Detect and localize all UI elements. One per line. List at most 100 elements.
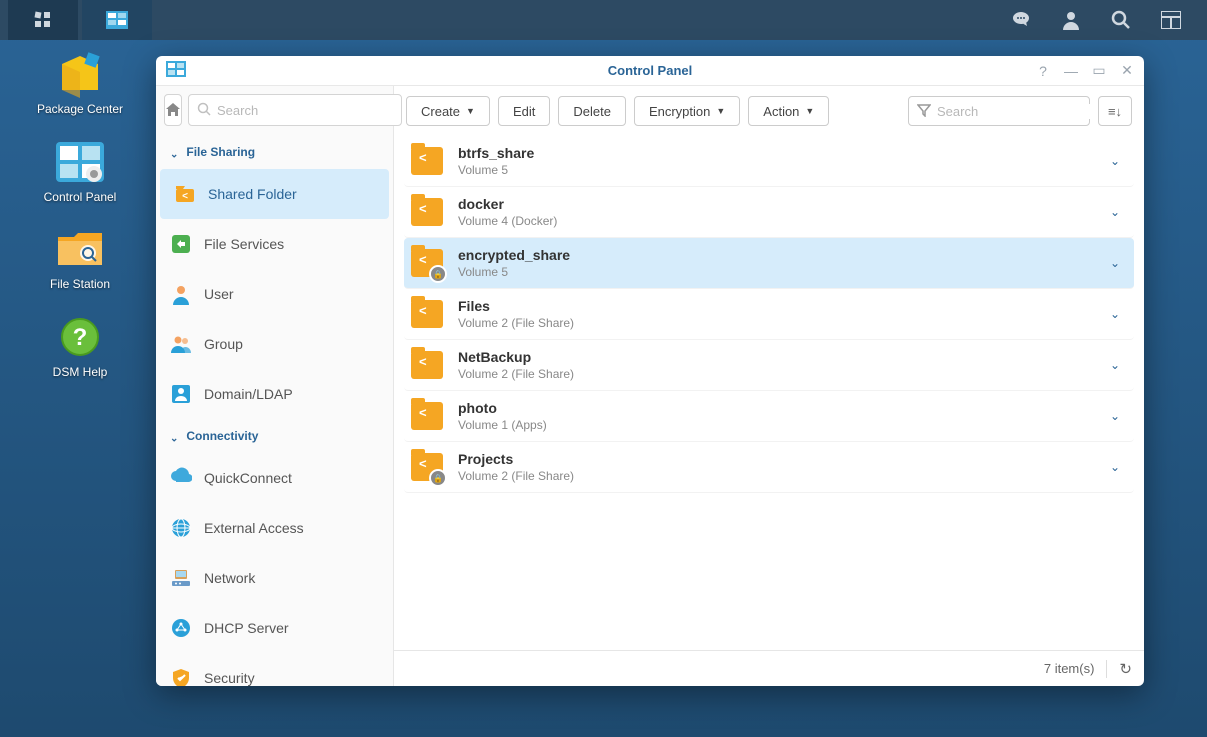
folder-info: NetBackupVolume 2 (File Share) — [458, 349, 1088, 381]
sidebar-item-label: File Services — [204, 236, 284, 252]
sidebar-item-domain-ldap[interactable]: Domain/LDAP — [156, 369, 393, 419]
sidebar-item-label: QuickConnect — [204, 470, 292, 486]
folder-name: docker — [458, 196, 1088, 212]
main-search-input[interactable] — [937, 104, 1113, 119]
create-button[interactable]: Create▼ — [406, 96, 490, 126]
sort-button[interactable]: ≡↓ — [1098, 96, 1132, 126]
button-label: Create — [421, 104, 460, 119]
titlebar[interactable]: Control Panel ? — ▭ ✕ — [156, 56, 1144, 86]
search-icon — [1111, 10, 1131, 30]
main-menu-button[interactable] — [8, 0, 78, 40]
sidebar-item-user[interactable]: User — [156, 269, 393, 319]
sort-icon: ≡↓ — [1108, 104, 1122, 119]
folder-row[interactable]: <FilesVolume 2 (File Share)⌄ — [404, 289, 1134, 340]
lock-icon: 🔒 — [429, 265, 447, 283]
folder-info: ProjectsVolume 2 (File Share) — [458, 451, 1088, 483]
help-button[interactable]: ? — [1034, 63, 1052, 79]
caret-down-icon: ▼ — [805, 106, 814, 116]
expand-button[interactable]: ⌄ — [1102, 154, 1128, 168]
button-label: Delete — [573, 104, 611, 119]
expand-button[interactable]: ⌄ — [1102, 307, 1128, 321]
control-panel-icon — [106, 11, 128, 29]
help-icon: ? — [56, 313, 104, 361]
shared-folder-icon: < — [410, 348, 444, 382]
folder-info: FilesVolume 2 (File Share) — [458, 298, 1088, 330]
delete-button[interactable]: Delete — [558, 96, 626, 126]
sidebar-item-external-access[interactable]: External Access — [156, 503, 393, 553]
desktop-icon-file-station[interactable]: File Station — [30, 225, 130, 293]
desktop-icon-dsm-help[interactable]: ? DSM Help — [30, 313, 130, 381]
divider — [1106, 660, 1107, 678]
chevron-down-icon: ⌄ — [1110, 256, 1120, 270]
sidebar-section-header[interactable]: ⌃File Sharing — [156, 135, 393, 169]
sidebar-item-security[interactable]: Security — [156, 653, 393, 686]
chevron-down-icon: ⌄ — [1110, 307, 1120, 321]
expand-button[interactable]: ⌄ — [1102, 409, 1128, 423]
folder-row[interactable]: < NetBackupVolume 2 (File Share) ⌄ — [404, 340, 1134, 391]
caret-down-icon: ▼ — [716, 106, 725, 116]
sidebar-item-network[interactable]: Network — [156, 553, 393, 603]
sidebar-item-label: Shared Folder — [208, 186, 297, 202]
toolbar: Create▼ Edit Delete Encryption▼ Action▼ … — [394, 86, 1144, 136]
security-icon — [170, 667, 192, 686]
sidebar-search[interactable] — [188, 94, 402, 126]
item-count: 7 item(s) — [1044, 661, 1095, 676]
folder-list: <btrfs_shareVolume 5⌄<dockerVolume 4 (Do… — [394, 136, 1144, 650]
expand-button[interactable]: ⌄ — [1102, 256, 1128, 270]
section-title: Connectivity — [186, 429, 258, 443]
desktop-icon-label: DSM Help — [53, 365, 108, 381]
sidebar-item-group[interactable]: Group — [156, 319, 393, 369]
home-button[interactable] — [164, 94, 182, 126]
folder-row[interactable]: <🔒encrypted_shareVolume 5⌄ — [404, 238, 1134, 289]
folder-row[interactable]: <btrfs_shareVolume 5⌄ — [404, 136, 1134, 187]
expand-button[interactable]: ⌄ — [1102, 205, 1128, 219]
user-menu-button[interactable] — [1053, 2, 1089, 38]
domain-icon — [170, 383, 192, 405]
folder-row[interactable]: <🔒ProjectsVolume 2 (File Share)⌄ — [404, 442, 1134, 493]
dashboard-icon — [1161, 11, 1181, 29]
expand-button[interactable]: ⌄ — [1102, 460, 1128, 474]
refresh-button[interactable]: ↻ — [1119, 660, 1132, 678]
desktop-icon-control-panel[interactable]: Control Panel — [30, 138, 130, 206]
sidebar-item-dhcp-server[interactable]: DHCP Server — [156, 603, 393, 653]
close-button[interactable]: ✕ — [1118, 62, 1136, 79]
svg-text:?: ? — [73, 324, 88, 351]
minimize-button[interactable]: — — [1062, 63, 1080, 79]
widgets-button[interactable] — [1153, 2, 1189, 38]
sidebar-item-label: Security — [204, 670, 255, 686]
sidebar-item-quickconnect[interactable]: QuickConnect — [156, 453, 393, 503]
apps-grid-icon — [34, 11, 52, 29]
folder-name: Projects — [458, 451, 1088, 467]
folder-name: btrfs_share — [458, 145, 1088, 161]
desktop: Package Center Control Panel File Statio… — [30, 50, 130, 380]
sidebar-item-label: Group — [204, 336, 243, 352]
sidebar-item-shared-folder[interactable]: < Shared Folder — [160, 169, 389, 219]
sidebar-section-header[interactable]: ⌃Connectivity — [156, 419, 393, 453]
edit-button[interactable]: Edit — [498, 96, 550, 126]
folder-row[interactable]: <photoVolume 1 (Apps)⌄ — [404, 391, 1134, 442]
sidebar-search-input[interactable] — [217, 103, 393, 118]
maximize-button[interactable]: ▭ — [1090, 62, 1108, 79]
button-label: Encryption — [649, 104, 710, 119]
sidebar: ⌃File Sharing < Shared Folder File Services… — [156, 86, 394, 686]
expand-button[interactable]: ⌄ — [1102, 358, 1128, 372]
control-panel-window: Control Panel ? — ▭ ✕ ⌃File Sharing < Shar… — [156, 56, 1144, 686]
folder-row[interactable]: <dockerVolume 4 (Docker)⌄ — [404, 187, 1134, 238]
folder-name: encrypted_share — [458, 247, 1088, 263]
folder-location: Volume 5 — [458, 265, 1088, 279]
action-button[interactable]: Action▼ — [748, 96, 829, 126]
desktop-icon-package-center[interactable]: Package Center — [30, 50, 130, 118]
folder-info: photoVolume 1 (Apps) — [458, 400, 1088, 432]
encryption-button[interactable]: Encryption ▼ — [634, 96, 740, 126]
main-search[interactable] — [908, 96, 1090, 126]
close-icon: ✕ — [1121, 62, 1133, 78]
sidebar-item-file-services[interactable]: File Services — [156, 219, 393, 269]
shared-folder-icon: < — [174, 183, 196, 205]
person-icon — [1061, 10, 1081, 30]
taskbar-app-control-panel[interactable] — [82, 0, 152, 40]
main-content: Create▼ Edit Delete Encryption▼ Action▼ … — [394, 86, 1144, 686]
notifications-button[interactable] — [1003, 2, 1039, 38]
desktop-icon-label: File Station — [50, 277, 110, 293]
minimize-icon: — — [1064, 63, 1078, 79]
search-button[interactable] — [1103, 2, 1139, 38]
